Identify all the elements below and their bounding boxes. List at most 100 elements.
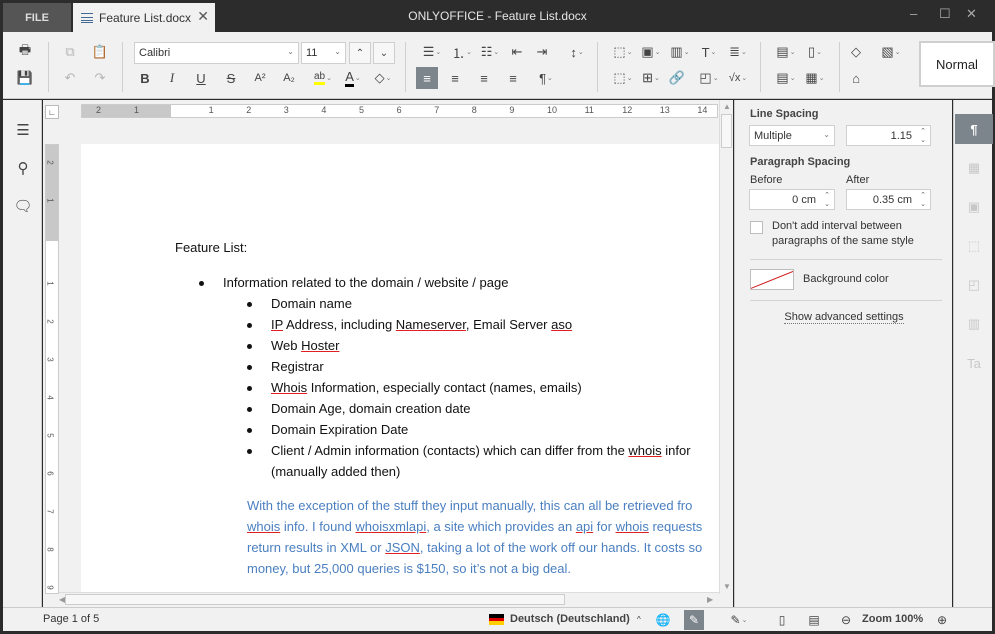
spin-up-icon[interactable]: ⌃: [920, 127, 926, 135]
tab-shape-settings[interactable]: ◰: [955, 270, 993, 300]
spin-down-icon[interactable]: ⌄: [920, 200, 926, 208]
spacing-before-input[interactable]: 0 cm ⌃ ⌄: [749, 189, 835, 210]
change-color-scheme-button[interactable]: ▧ ⌄: [877, 41, 905, 63]
tab-header-footer-settings[interactable]: ⬚: [955, 231, 993, 261]
background-color-picker[interactable]: [750, 269, 794, 290]
align-center-button[interactable]: ≡: [444, 67, 466, 89]
horizontal-scrollbar[interactable]: ◀ ▶: [59, 592, 719, 606]
save-button[interactable]: 💾: [14, 67, 36, 89]
document-page[interactable]: Feature List: Information related to the…: [81, 144, 719, 592]
multilevel-list-button[interactable]: ☷ ⌄: [475, 41, 505, 63]
decrease-indent-button[interactable]: ⇤: [506, 41, 528, 63]
numbering-button[interactable]: ⒈ ⌄: [447, 41, 477, 63]
font-size-combo[interactable]: 11 ⌄: [301, 42, 346, 64]
insert-page-break-button[interactable]: ⬚ ⌄: [609, 41, 637, 63]
insert-image-button[interactable]: ▣ ⌄: [637, 41, 665, 63]
scroll-thumb[interactable]: [721, 114, 732, 148]
misspelled-word[interactable]: whois: [247, 519, 280, 534]
document-outline-icon[interactable]: ☰: [13, 120, 33, 140]
spell-check-button[interactable]: ✎: [684, 610, 704, 630]
undo-button[interactable]: ↶: [59, 67, 81, 89]
font-color-button[interactable]: A ⌄: [339, 67, 367, 89]
misspelled-word[interactable]: whois: [616, 519, 649, 534]
justify-button[interactable]: ≡: [502, 67, 524, 89]
insert-link-button[interactable]: 🔗: [666, 67, 688, 89]
align-left-button[interactable]: ≡: [416, 67, 438, 89]
zoom-in-button[interactable]: ⊕: [932, 610, 952, 630]
misspelled-word[interactable]: aso: [551, 317, 572, 332]
scroll-thumb[interactable]: [65, 594, 565, 605]
vertical-scrollbar[interactable]: ▲ ▼: [719, 100, 733, 594]
style-normal-preset[interactable]: Normal: [919, 41, 995, 87]
set-document-language-button[interactable]: 🌐: [653, 610, 673, 630]
insert-equation-button[interactable]: √x ⌄: [724, 67, 752, 89]
insert-textbox-button[interactable]: T ⌄: [695, 41, 723, 63]
shading-button[interactable]: ◇ ⌄: [369, 67, 397, 89]
tab-textart-settings[interactable]: Ta: [955, 348, 993, 378]
paste-button[interactable]: 📋: [89, 41, 111, 63]
misspelled-word[interactable]: Hoster: [301, 338, 339, 353]
spin-down-icon[interactable]: ⌄: [824, 200, 830, 208]
subscript-button[interactable]: A₂: [278, 67, 300, 89]
dont-add-interval-checkbox[interactable]: [750, 221, 763, 234]
show-advanced-settings-link[interactable]: Show advanced settings: [735, 311, 953, 324]
horizontal-ruler[interactable]: 2 1 1 2 3 4 5 6 7 8 9 10 11 12 13 14: [81, 104, 718, 118]
tab-paragraph-settings[interactable]: ¶: [955, 114, 993, 144]
scroll-down-icon[interactable]: ▼: [723, 582, 731, 591]
tab-table-settings[interactable]: ▦: [955, 153, 993, 183]
minimize-button[interactable]: –: [910, 6, 917, 21]
italic-button[interactable]: I: [161, 67, 183, 89]
font-name-combo[interactable]: Calibri ⌄: [134, 42, 299, 64]
tab-image-settings[interactable]: ▣: [955, 192, 993, 222]
page-size-button[interactable]: ▯ ⌄: [801, 41, 829, 63]
track-changes-button[interactable]: ✎ ⌄: [724, 610, 754, 630]
columns-button[interactable]: ▦ ⌄: [801, 67, 829, 89]
spacing-after-input[interactable]: 0.35 cm ⌃ ⌄: [846, 189, 931, 210]
tab-chart-settings[interactable]: ▥: [955, 309, 993, 339]
misspelled-word[interactable]: api: [576, 519, 593, 534]
strikethrough-button[interactable]: S: [220, 67, 242, 89]
superscript-button[interactable]: A²: [249, 67, 271, 89]
close-window-button[interactable]: ✕: [966, 6, 977, 22]
increase-indent-button[interactable]: ⇥: [531, 41, 553, 63]
page-margins-button[interactable]: ⬚ ⌄: [609, 67, 637, 89]
bold-button[interactable]: B: [134, 67, 156, 89]
print-button[interactable]: 🖶: [14, 41, 36, 63]
line-spacing-value-input[interactable]: 1.15 ⌃ ⌄: [846, 125, 931, 146]
spin-up-icon[interactable]: ⌃: [920, 191, 926, 199]
zoom-out-button[interactable]: ⊖: [836, 610, 856, 630]
search-icon[interactable]: ⚲: [13, 158, 33, 178]
bullets-button[interactable]: ☰ ⌄: [417, 41, 447, 63]
misspelled-word[interactable]: whoisxmlapi: [355, 519, 426, 534]
underline-button[interactable]: U: [190, 67, 212, 89]
redo-button[interactable]: ↷: [89, 67, 111, 89]
align-right-button[interactable]: ≡: [473, 67, 495, 89]
increase-font-button[interactable]: ⌃: [349, 42, 371, 64]
misspelled-word[interactable]: IP: [271, 317, 283, 332]
nonprinting-characters-button[interactable]: ¶ ⌄: [532, 67, 560, 89]
drop-cap-button[interactable]: ≣ ⌄: [724, 41, 752, 63]
misspelled-word[interactable]: Nameserver: [396, 317, 466, 332]
line-spacing-button[interactable]: ↕ ⌄: [563, 41, 591, 63]
language-selector[interactable]: Deutsch (Deutschland): [510, 613, 630, 625]
insert-shape-button[interactable]: ◰ ⌄: [695, 67, 723, 89]
scroll-right-icon[interactable]: ▶: [707, 595, 713, 604]
fit-to-width-button[interactable]: ▤: [804, 610, 824, 630]
decrease-font-button[interactable]: ⌄: [373, 42, 395, 64]
scroll-up-icon[interactable]: ▲: [723, 102, 731, 111]
copy-button[interactable]: ⧉: [59, 41, 81, 63]
insert-chart-button[interactable]: ▥ ⌄: [666, 41, 694, 63]
tab-stop-selector[interactable]: ∟: [45, 105, 59, 119]
vertical-ruler[interactable]: 2 1 1 2 3 4 5 6 7 8 9: [45, 144, 59, 594]
header-footer-button[interactable]: ▤ ⌄: [772, 41, 800, 63]
misspelled-word[interactable]: whois: [628, 443, 661, 458]
spin-down-icon[interactable]: ⌄: [920, 136, 926, 144]
chevron-up-icon[interactable]: ^: [637, 615, 641, 624]
fit-to-page-button[interactable]: ▯: [772, 610, 792, 630]
comments-icon[interactable]: 🗨: [13, 196, 33, 216]
maximize-button[interactable]: ☐: [939, 6, 951, 22]
clear-style-button[interactable]: ◇: [845, 41, 867, 63]
spin-up-icon[interactable]: ⌃: [824, 191, 830, 199]
insert-table-button[interactable]: ⊞ ⌄: [637, 67, 665, 89]
misspelled-word[interactable]: JSON: [385, 540, 420, 555]
